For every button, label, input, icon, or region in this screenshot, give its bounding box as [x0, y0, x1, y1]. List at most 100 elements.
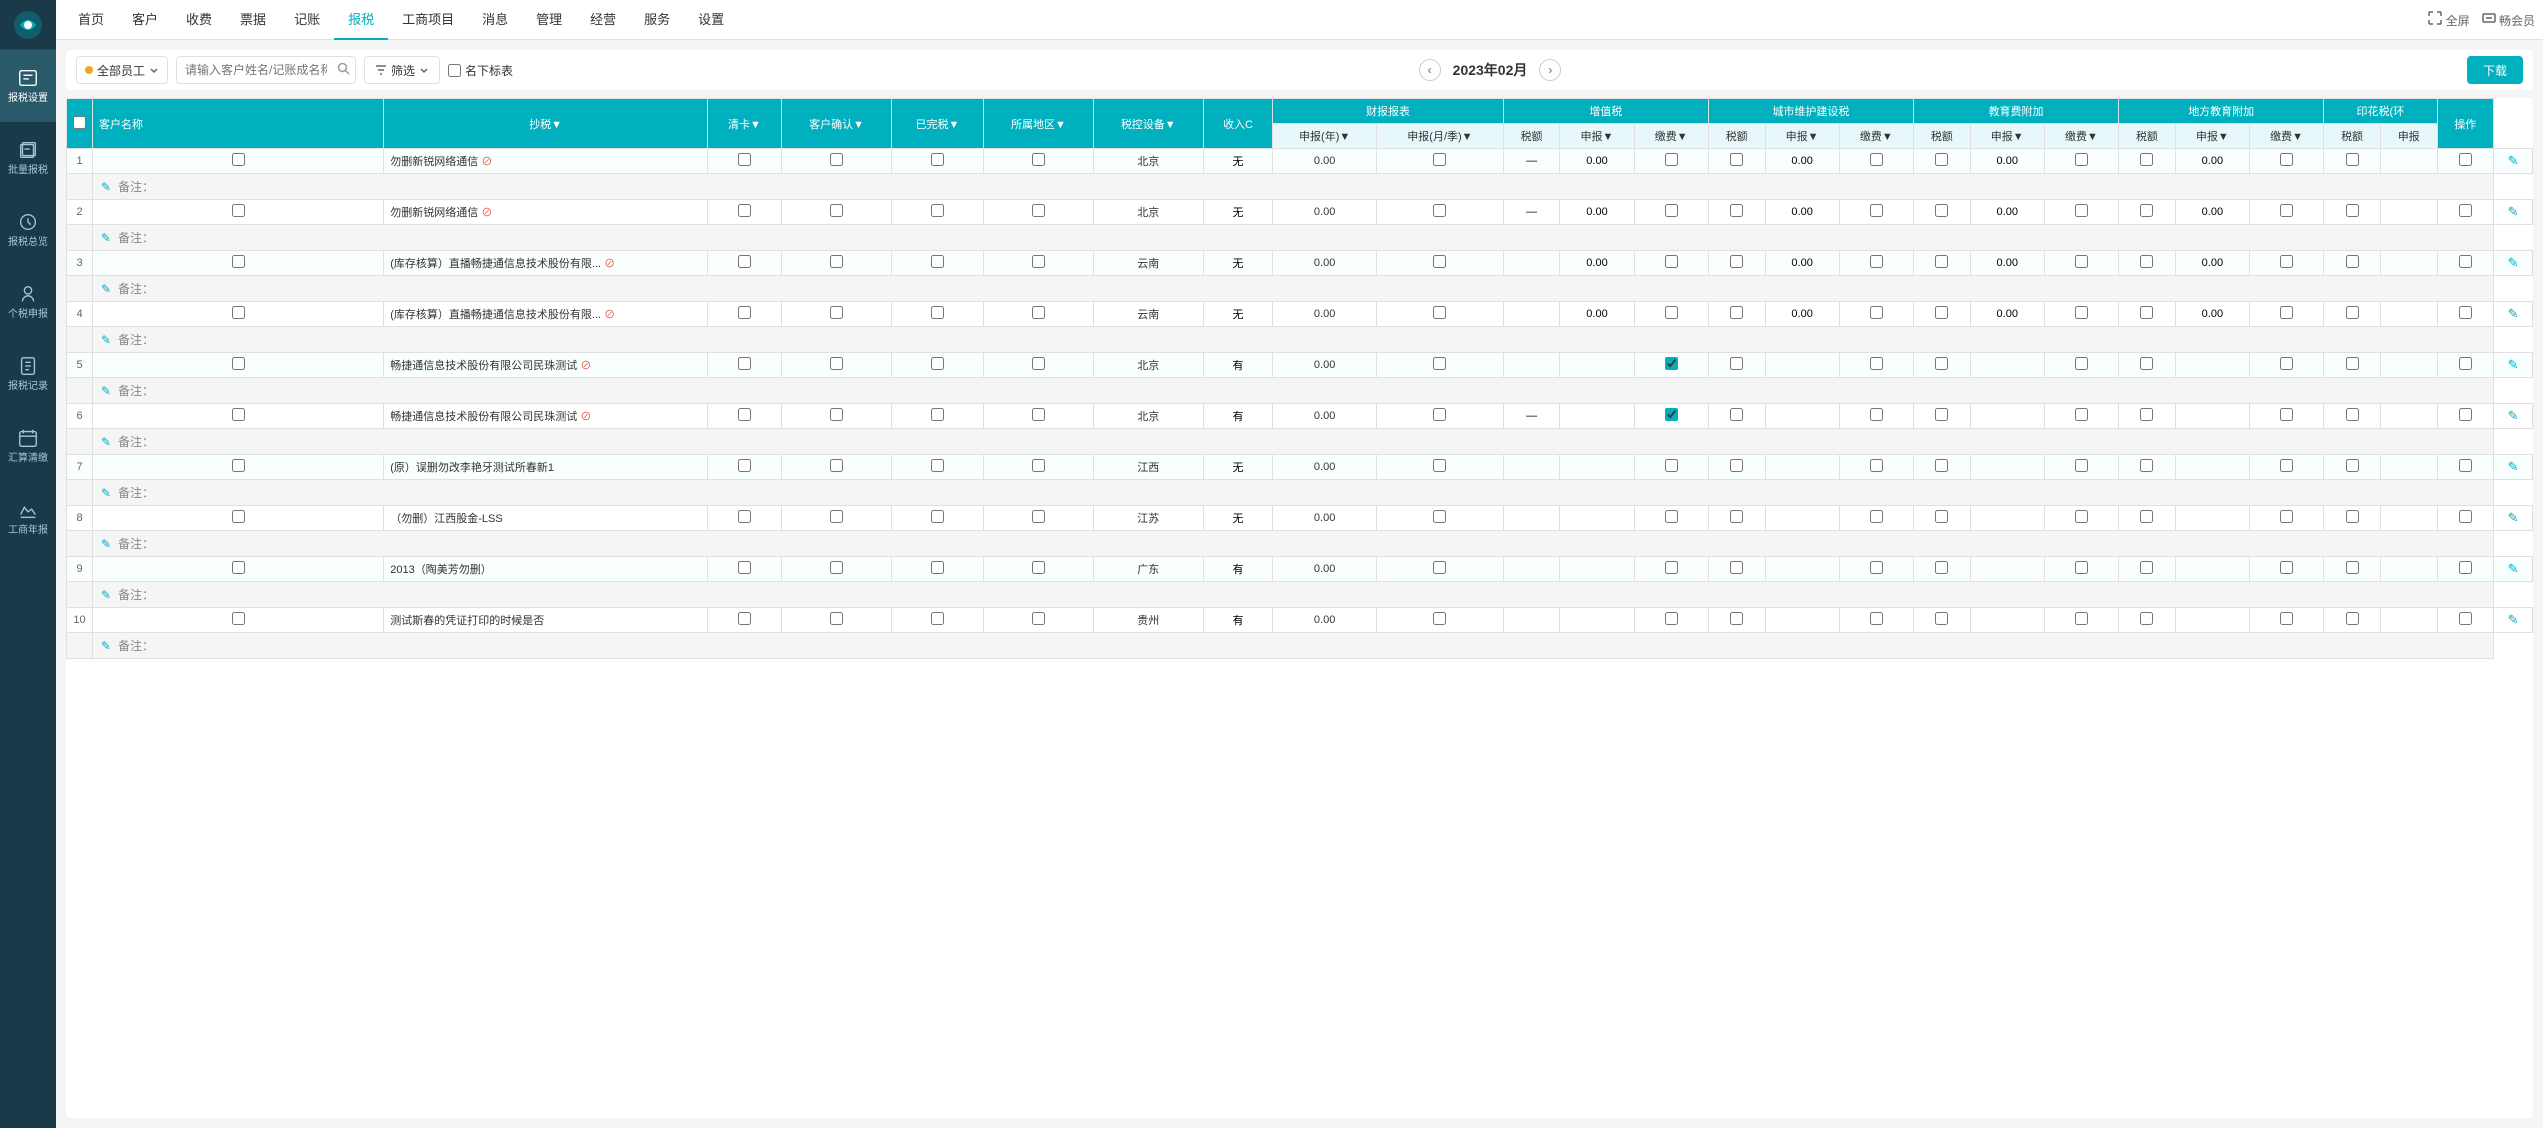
cheng-fee-checkbox[interactable]: [1935, 204, 1948, 217]
paid-checkbox[interactable]: [1032, 306, 1045, 319]
paid-checkbox[interactable]: [1032, 153, 1045, 166]
cheng-fee-checkbox[interactable]: [1935, 561, 1948, 574]
edu-apply-checkbox[interactable]: [2075, 408, 2088, 421]
cheng-apply-checkbox[interactable]: [1870, 408, 1883, 421]
qing-checkbox[interactable]: [830, 204, 843, 217]
qing-checkbox[interactable]: [830, 459, 843, 472]
local-apply-checkbox[interactable]: [2280, 357, 2293, 370]
confirm-checkbox[interactable]: [931, 612, 944, 625]
paid-checkbox[interactable]: [1032, 204, 1045, 217]
paid-checkbox[interactable]: [1032, 612, 1045, 625]
edu-fee-checkbox[interactable]: [2140, 612, 2153, 625]
nav-operation[interactable]: 经营: [576, 0, 630, 40]
note-edit-icon[interactable]: ✎: [101, 231, 111, 245]
sidebar-item-personal-tax[interactable]: 个税申报: [0, 266, 56, 338]
nav-accounting[interactable]: 记账: [280, 0, 334, 40]
confirm-checkbox[interactable]: [931, 306, 944, 319]
sidebar-item-tax-record[interactable]: 报税记录: [0, 338, 56, 410]
edu-fee-checkbox[interactable]: [2140, 153, 2153, 166]
zeng-fee-checkbox[interactable]: [1730, 255, 1743, 268]
named-list-checkbox[interactable]: [448, 64, 461, 77]
edu-apply-checkbox[interactable]: [2075, 306, 2088, 319]
local-apply-checkbox[interactable]: [2280, 153, 2293, 166]
edit-icon[interactable]: ✎: [2508, 255, 2519, 270]
cheng-apply-checkbox[interactable]: [1870, 204, 1883, 217]
select-all-checkbox[interactable]: [73, 116, 86, 129]
zeng-apply-checkbox[interactable]: [1665, 561, 1678, 574]
caibao-year-checkbox[interactable]: [1433, 204, 1446, 217]
zeng-apply-checkbox[interactable]: [1665, 255, 1678, 268]
local-fee-checkbox[interactable]: [2346, 561, 2359, 574]
zeng-fee-checkbox[interactable]: [1730, 459, 1743, 472]
edu-fee-checkbox[interactable]: [2140, 306, 2153, 319]
row-checkbox[interactable]: [232, 306, 245, 319]
edu-apply-checkbox[interactable]: [2075, 204, 2088, 217]
row-checkbox[interactable]: [232, 153, 245, 166]
cheng-fee-checkbox[interactable]: [1935, 408, 1948, 421]
local-fee-checkbox[interactable]: [2346, 306, 2359, 319]
note-edit-icon[interactable]: ✎: [101, 486, 111, 500]
named-list-checkbox-wrap[interactable]: 名下标表: [448, 62, 513, 79]
cheng-apply-checkbox[interactable]: [1870, 153, 1883, 166]
confirm-checkbox[interactable]: [931, 153, 944, 166]
cheng-fee-checkbox[interactable]: [1935, 153, 1948, 166]
qing-checkbox[interactable]: [830, 153, 843, 166]
cheng-fee-checkbox[interactable]: [1935, 510, 1948, 523]
confirm-checkbox[interactable]: [931, 255, 944, 268]
filter-button[interactable]: 筛选: [364, 56, 440, 84]
sidebar-item-business-annual[interactable]: 工商年报: [0, 482, 56, 554]
edu-fee-checkbox[interactable]: [2140, 561, 2153, 574]
cheng-apply-checkbox[interactable]: [1870, 561, 1883, 574]
zeng-fee-checkbox[interactable]: [1730, 306, 1743, 319]
zeng-apply-checkbox[interactable]: [1665, 204, 1678, 217]
local-apply-checkbox[interactable]: [2280, 306, 2293, 319]
row-checkbox[interactable]: [232, 561, 245, 574]
paid-checkbox[interactable]: [1032, 408, 1045, 421]
confirm-checkbox[interactable]: [931, 561, 944, 574]
edit-icon[interactable]: ✎: [2508, 612, 2519, 627]
qing-checkbox[interactable]: [830, 561, 843, 574]
nav-service[interactable]: 服务: [630, 0, 684, 40]
edu-fee-checkbox[interactable]: [2140, 255, 2153, 268]
zeng-apply-checkbox[interactable]: [1665, 357, 1678, 370]
zeng-fee-checkbox[interactable]: [1730, 612, 1743, 625]
zeng-fee-checkbox[interactable]: [1730, 561, 1743, 574]
note-edit-icon[interactable]: ✎: [101, 333, 111, 347]
edu-apply-checkbox[interactable]: [2075, 153, 2088, 166]
employee-filter[interactable]: 全部员工: [76, 56, 168, 84]
zeng-fee-checkbox[interactable]: [1730, 510, 1743, 523]
edu-fee-checkbox[interactable]: [2140, 459, 2153, 472]
nav-customer[interactable]: 客户: [118, 0, 172, 40]
paid-checkbox[interactable]: [1032, 561, 1045, 574]
stamp-apply-checkbox[interactable]: [2459, 561, 2472, 574]
next-month-button[interactable]: ›: [1539, 59, 1561, 81]
confirm-checkbox[interactable]: [931, 459, 944, 472]
caibao-year-checkbox[interactable]: [1433, 306, 1446, 319]
cheng-fee-checkbox[interactable]: [1935, 357, 1948, 370]
nav-tax[interactable]: 报税: [334, 0, 388, 40]
paid-checkbox[interactable]: [1032, 459, 1045, 472]
local-fee-checkbox[interactable]: [2346, 510, 2359, 523]
edu-fee-checkbox[interactable]: [2140, 408, 2153, 421]
local-fee-checkbox[interactable]: [2346, 255, 2359, 268]
stamp-apply-checkbox[interactable]: [2459, 459, 2472, 472]
nav-invoice[interactable]: 票据: [226, 0, 280, 40]
caibao-year-checkbox[interactable]: [1433, 510, 1446, 523]
note-edit-icon[interactable]: ✎: [101, 180, 111, 194]
cheng-fee-checkbox[interactable]: [1935, 612, 1948, 625]
nav-business[interactable]: 工商项目: [388, 0, 468, 40]
stamp-apply-checkbox[interactable]: [2459, 357, 2472, 370]
cheng-apply-checkbox[interactable]: [1870, 459, 1883, 472]
local-fee-checkbox[interactable]: [2346, 204, 2359, 217]
note-edit-icon[interactable]: ✎: [101, 588, 111, 602]
chao-checkbox[interactable]: [738, 612, 751, 625]
caibao-year-checkbox[interactable]: [1433, 153, 1446, 166]
stamp-apply-checkbox[interactable]: [2459, 306, 2472, 319]
edu-apply-checkbox[interactable]: [2075, 510, 2088, 523]
local-fee-checkbox[interactable]: [2346, 357, 2359, 370]
nav-billing[interactable]: 收费: [172, 0, 226, 40]
chao-checkbox[interactable]: [738, 306, 751, 319]
row-checkbox[interactable]: [232, 612, 245, 625]
stamp-apply-checkbox[interactable]: [2459, 255, 2472, 268]
local-fee-checkbox[interactable]: [2346, 153, 2359, 166]
